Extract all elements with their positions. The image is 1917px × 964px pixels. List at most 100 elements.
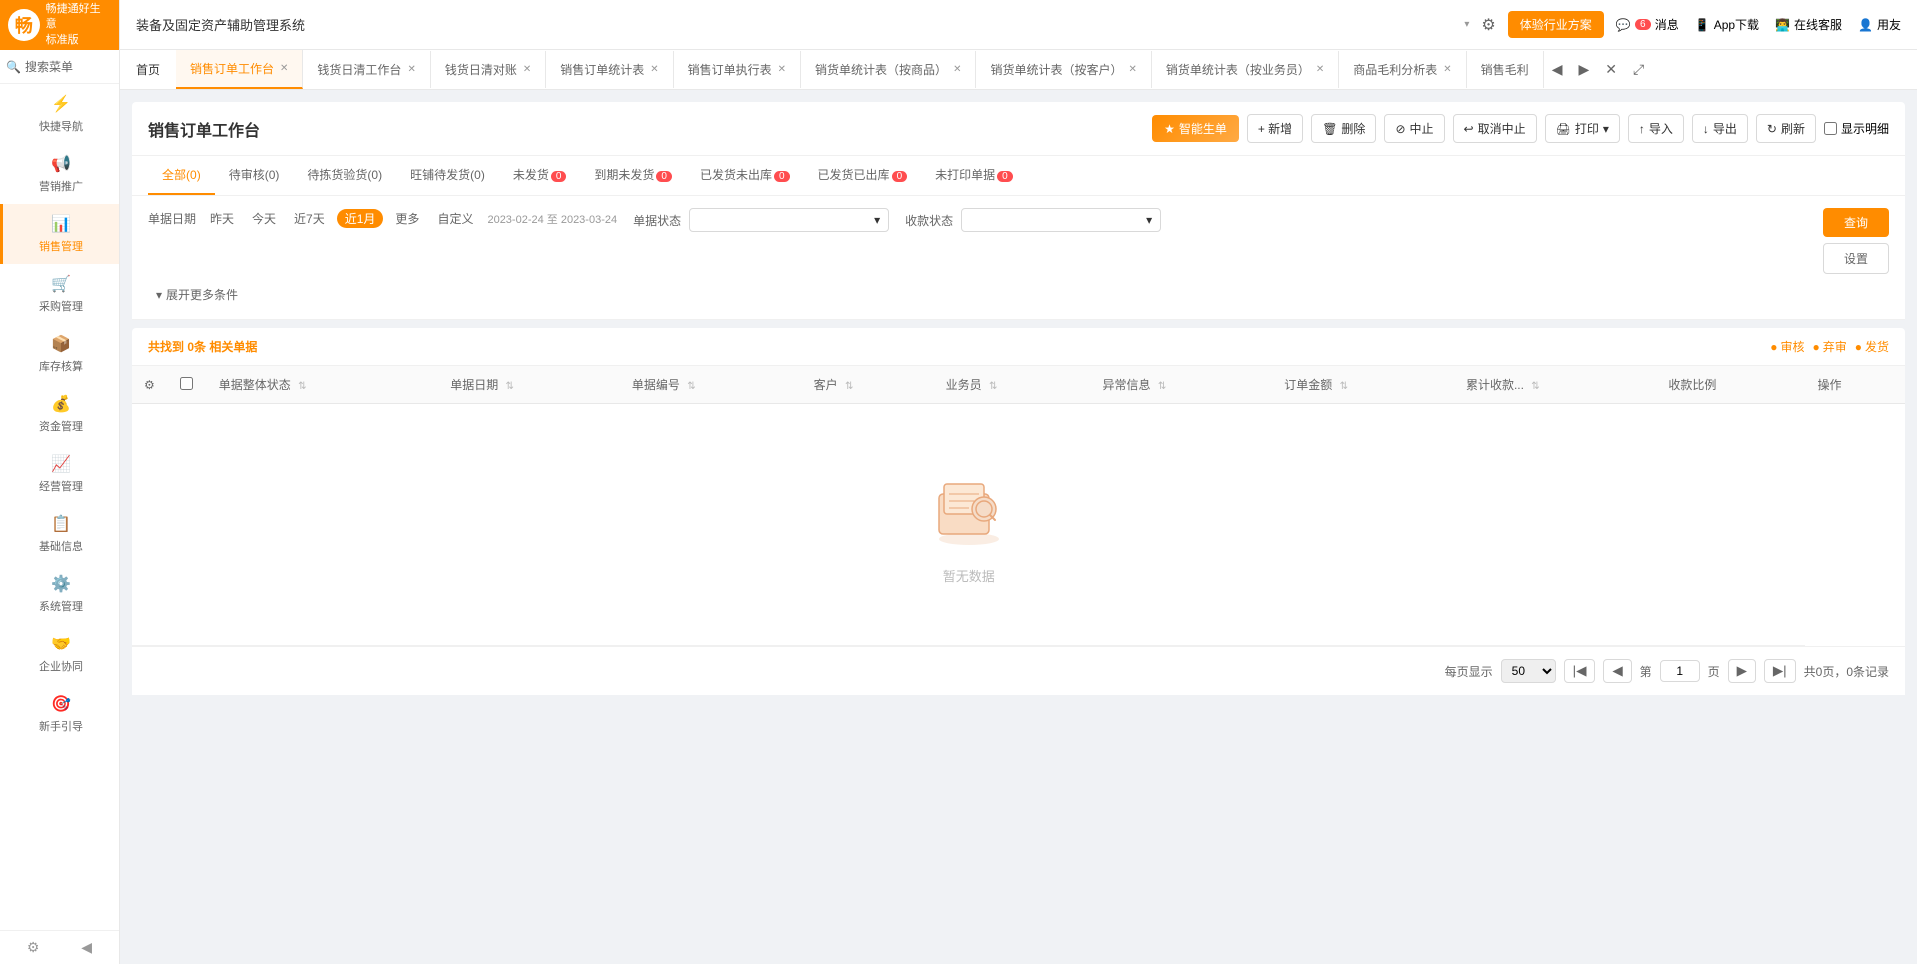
sort-abnormal[interactable]: ⇅ bbox=[1158, 381, 1166, 392]
tab-close-sales-order[interactable]: ✕ bbox=[280, 63, 288, 74]
delete-button[interactable]: 🗑 删除 bbox=[1311, 114, 1376, 143]
tab-nav-next[interactable]: ▶ bbox=[1570, 55, 1597, 84]
filter-tab-shipped-outbound[interactable]: 已发货已出库0 bbox=[804, 156, 922, 195]
filter-tab-wangpu[interactable]: 旺铺待发货(0) bbox=[396, 156, 499, 195]
cancel-stop-button[interactable]: ↩ 取消中止 bbox=[1453, 114, 1537, 143]
sidebar-item-system[interactable]: ⚙️ 系统管理 bbox=[0, 564, 119, 624]
sidebar-item-finance[interactable]: 💰 资金管理 bbox=[0, 384, 119, 444]
tab-gross-margin[interactable]: 商品毛利分析表 ✕ bbox=[1339, 51, 1466, 88]
trial-button[interactable]: 体验行业方案 bbox=[1508, 11, 1604, 38]
tab-sales-stat[interactable]: 销售订单统计表 ✕ bbox=[546, 51, 673, 88]
tab-close-summary-product[interactable]: ✕ bbox=[953, 64, 961, 75]
page-last-btn[interactable]: ▶| bbox=[1764, 659, 1796, 683]
sort-customer[interactable]: ⇅ bbox=[845, 381, 853, 392]
refresh-button[interactable]: ↻ 刷新 bbox=[1756, 114, 1816, 143]
tab-cash-check[interactable]: 钱货日清对账 ✕ bbox=[431, 51, 546, 88]
page-prev-btn[interactable]: ◀ bbox=[1603, 659, 1631, 683]
sidebar-item-cooperation[interactable]: 🤝 企业协同 bbox=[0, 624, 119, 684]
sales-icon: 📊 bbox=[51, 214, 71, 234]
show-details-checkbox[interactable]: 显示明细 bbox=[1824, 120, 1889, 137]
sort-number[interactable]: ⇅ bbox=[687, 381, 695, 392]
sort-collected[interactable]: ⇅ bbox=[1531, 381, 1539, 392]
page-first-btn[interactable]: |◀ bbox=[1564, 659, 1596, 683]
tab-close-sales-stat[interactable]: ✕ bbox=[650, 64, 658, 75]
col-settings[interactable]: ⚙ bbox=[132, 366, 167, 404]
header-settings-icon[interactable]: ⚙ bbox=[1481, 15, 1495, 35]
sort-date[interactable]: ⇅ bbox=[506, 381, 514, 392]
tab-cash-daily[interactable]: 钱货日清工作台 ✕ bbox=[303, 51, 430, 88]
tab-sales-exec[interactable]: 销售订单执行表 ✕ bbox=[674, 51, 801, 88]
message-button[interactable]: 💬 6 消息 bbox=[1616, 16, 1679, 33]
app-download-button[interactable]: 📱 App下载 bbox=[1695, 16, 1759, 33]
filter-tab-overdue[interactable]: 到期未发货0 bbox=[580, 156, 686, 195]
tab-nav-prev[interactable]: ◀ bbox=[1544, 55, 1571, 84]
tab-close-cash-check[interactable]: ✕ bbox=[523, 64, 531, 75]
marketing-icon: 📢 bbox=[51, 154, 71, 174]
page-size-select[interactable]: 50 10 20 100 bbox=[1501, 659, 1556, 683]
sort-salesperson[interactable]: ⇅ bbox=[989, 381, 997, 392]
filter-tab-shipped-not-outbound[interactable]: 已发货未出库0 bbox=[686, 156, 804, 195]
review-btn[interactable]: ● 审核 bbox=[1770, 338, 1804, 355]
col-checkbox[interactable] bbox=[167, 366, 207, 404]
tab-sales-order[interactable]: 销售订单工作台 ✕ bbox=[176, 50, 303, 89]
query-button[interactable]: 查询 bbox=[1823, 208, 1889, 237]
payment-select[interactable]: ▾ bbox=[961, 208, 1161, 232]
filter-tab-pending-review[interactable]: 待审核(0) bbox=[215, 156, 294, 195]
star-icon: ★ bbox=[1164, 122, 1175, 136]
sidebar-item-operations[interactable]: 📈 经营管理 bbox=[0, 444, 119, 504]
sidebar-item-basic-info[interactable]: 📋 基础信息 bbox=[0, 504, 119, 564]
tab-restore[interactable]: ⤢ bbox=[1625, 55, 1652, 84]
date-today[interactable]: 今天 bbox=[246, 208, 282, 229]
tab-close-all[interactable]: ✕ bbox=[1597, 55, 1625, 84]
expand-conditions-btn[interactable]: ▾ 展开更多条件 bbox=[148, 282, 246, 307]
sidebar-item-guide[interactable]: 🎯 新手引导 bbox=[0, 684, 119, 744]
status-select[interactable]: ▾ bbox=[689, 208, 889, 232]
filter-tab-not-printed[interactable]: 未打印单据0 bbox=[921, 156, 1027, 195]
date-custom[interactable]: 自定义 bbox=[431, 208, 479, 229]
tab-sales-profit[interactable]: 销售毛利 bbox=[1467, 51, 1544, 88]
sidebar-settings-icon[interactable]: ⚙ bbox=[27, 939, 40, 956]
print-button[interactable]: 🖨 打印 ▾ bbox=[1545, 114, 1620, 143]
tab-close-sales-exec[interactable]: ✕ bbox=[778, 64, 786, 75]
tab-close-summary-salesperson[interactable]: ✕ bbox=[1316, 64, 1324, 75]
tab-close-gross-margin[interactable]: ✕ bbox=[1443, 64, 1451, 75]
page-next-btn[interactable]: ▶ bbox=[1728, 659, 1756, 683]
stop-button[interactable]: ⊘ 中止 bbox=[1384, 114, 1444, 143]
sidebar-collapse-icon[interactable]: ◀ bbox=[81, 939, 92, 956]
filter-tab-not-shipped[interactable]: 未发货0 bbox=[499, 156, 581, 195]
tab-home[interactable]: 首页 bbox=[120, 51, 176, 88]
sidebar-item-purchase[interactable]: 🛒 采购管理 bbox=[0, 264, 119, 324]
system-dropdown-arrow[interactable]: ▾ bbox=[1464, 19, 1469, 30]
sidebar-search[interactable]: 🔍 搜索菜单 bbox=[0, 50, 119, 84]
page-input[interactable] bbox=[1660, 660, 1700, 682]
sidebar-item-quick-nav[interactable]: ⚡ 快捷导航 bbox=[0, 84, 119, 144]
export-button[interactable]: ↓ 导出 bbox=[1692, 114, 1748, 143]
smart-generate-button[interactable]: ★ 智能生单 bbox=[1152, 115, 1239, 142]
sidebar-item-inventory[interactable]: 📦 库存核算 bbox=[0, 324, 119, 384]
tab-sales-summary-salesperson[interactable]: 销货单统计表（按业务员） ✕ bbox=[1152, 51, 1339, 88]
tab-close-cash-daily[interactable]: ✕ bbox=[407, 64, 415, 75]
cancel-review-btn[interactable]: ● 弃审 bbox=[1812, 338, 1846, 355]
user-menu[interactable]: 👤 用友 bbox=[1858, 16, 1901, 33]
import-button[interactable]: ↑ 导入 bbox=[1628, 114, 1684, 143]
tab-sales-summary-customer[interactable]: 销货单统计表（按客户） ✕ bbox=[976, 51, 1151, 88]
sort-status[interactable]: ⇅ bbox=[298, 381, 306, 392]
date-1month[interactable]: 近1月 bbox=[337, 209, 384, 228]
ship-btn[interactable]: ● 发货 bbox=[1855, 338, 1889, 355]
add-button[interactable]: + 新增 bbox=[1247, 114, 1303, 143]
sidebar-item-sales[interactable]: 📊 销售管理 bbox=[0, 204, 119, 264]
show-details-input[interactable] bbox=[1824, 122, 1837, 135]
date-yesterday[interactable]: 昨天 bbox=[204, 208, 240, 229]
online-service-button[interactable]: 👨‍💻 在线客服 bbox=[1775, 16, 1842, 33]
filter-tab-pending-inspect[interactable]: 待拣货验货(0) bbox=[293, 156, 396, 195]
tab-close-summary-customer[interactable]: ✕ bbox=[1128, 64, 1136, 75]
sort-amount[interactable]: ⇅ bbox=[1340, 381, 1348, 392]
settings-button[interactable]: 设置 bbox=[1823, 243, 1889, 274]
date-7days[interactable]: 近7天 bbox=[288, 208, 331, 229]
filter-tab-all[interactable]: 全部(0) bbox=[148, 156, 215, 195]
date-options: 昨天 今天 近7天 近1月 更多 自定义 bbox=[204, 208, 479, 229]
date-more[interactable]: 更多 bbox=[389, 208, 425, 229]
tab-sales-summary-product[interactable]: 销货单统计表（按商品） ✕ bbox=[801, 51, 976, 88]
sidebar-item-marketing[interactable]: 📢 营销推广 bbox=[0, 144, 119, 204]
select-all-checkbox[interactable] bbox=[180, 377, 193, 390]
